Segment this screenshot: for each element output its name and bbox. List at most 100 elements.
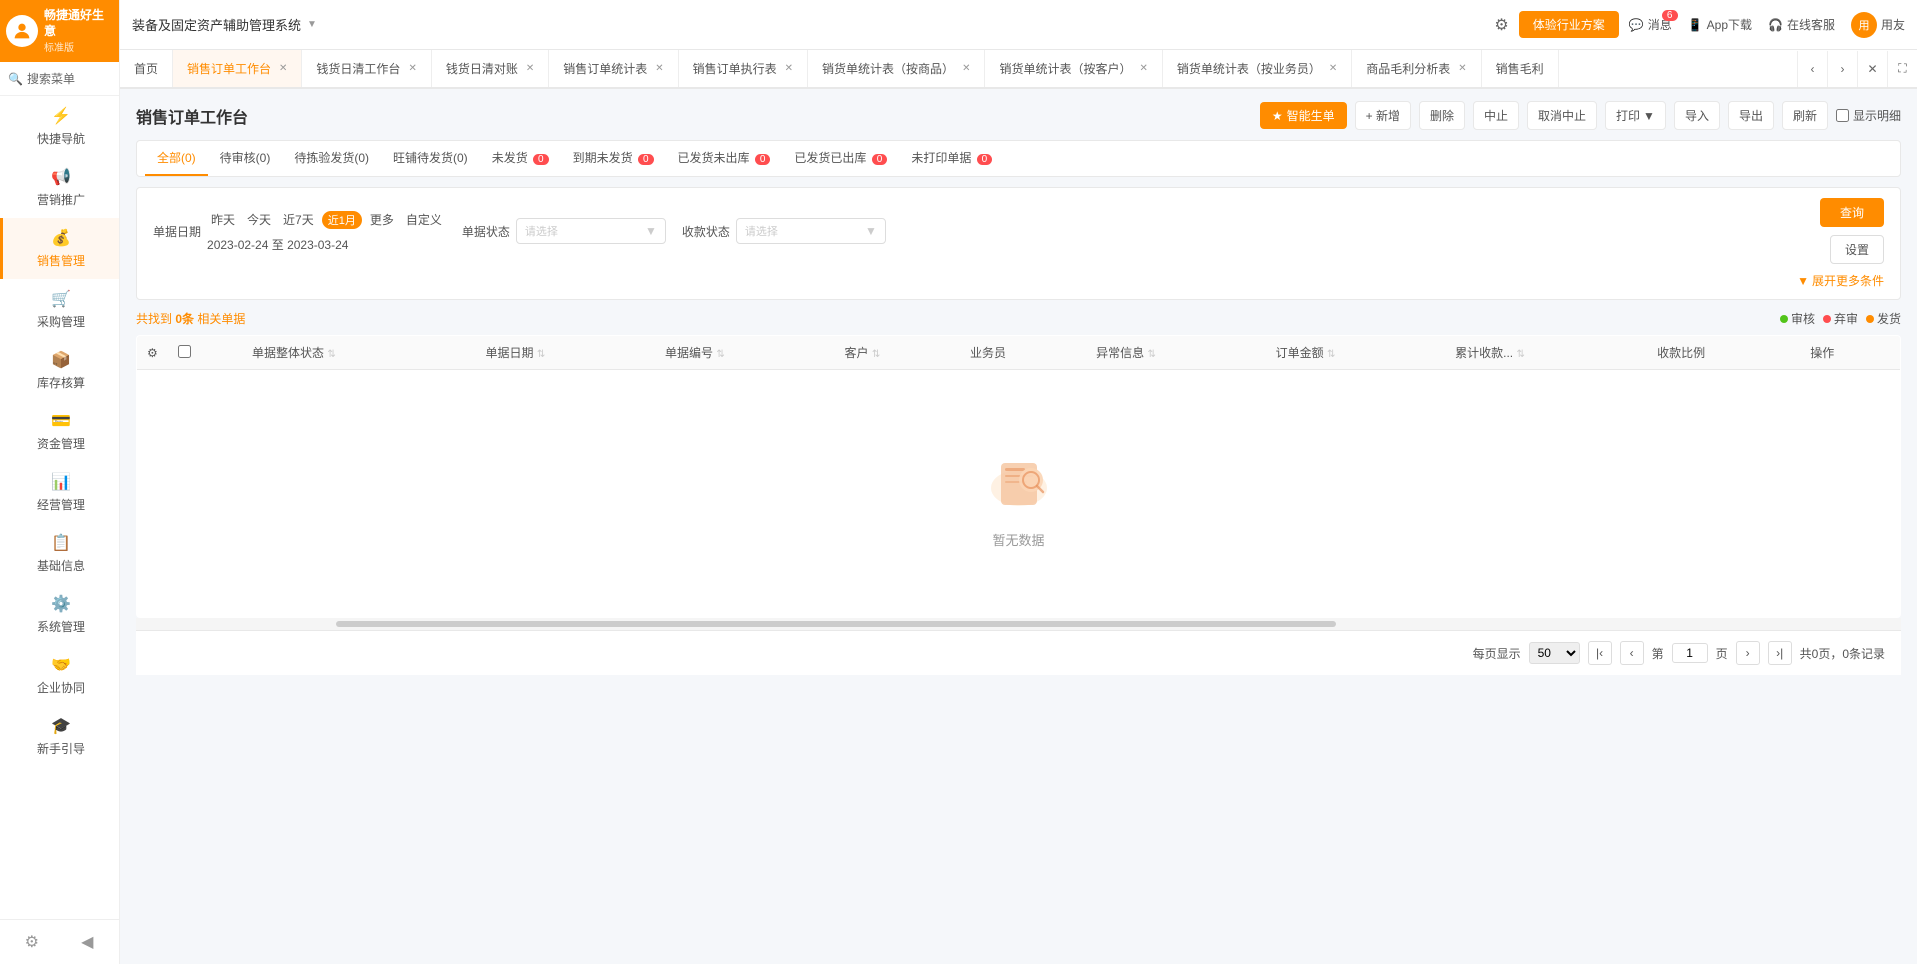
import-btn[interactable]: 导入 [1674, 101, 1720, 130]
sort-date-icon[interactable]: ⇅ [537, 349, 545, 360]
tab-close-sales-exec[interactable]: ✕ [785, 63, 793, 74]
tab-sales-stat-product[interactable]: 销货单统计表（按商品） ✕ [808, 50, 985, 87]
tab-sales-workbench[interactable]: 销售订单工作台 ✕ [173, 50, 302, 89]
date-more[interactable]: 更多 [366, 209, 398, 230]
tab-close-sales-stat-product[interactable]: ✕ [962, 63, 970, 74]
date-yesterday[interactable]: 昨天 [207, 209, 239, 230]
delete-btn[interactable]: 删除 [1419, 101, 1465, 130]
sort-number-icon[interactable]: ⇅ [716, 349, 724, 360]
horizontal-scrollbar[interactable] [136, 618, 1901, 630]
sort-abnormal-icon[interactable]: ⇅ [1147, 349, 1155, 360]
status-select[interactable]: 请选择 ▼ [516, 218, 666, 244]
revoke-btn[interactable]: 弃审 [1823, 310, 1858, 327]
sidebar-item-inventory[interactable]: 📦 库存核算 [0, 340, 119, 401]
scroll-thumb[interactable] [336, 621, 1336, 627]
filter-tab-pending-check[interactable]: 待拣验发货(0) [282, 141, 381, 176]
expand-conditions-btn[interactable]: ▼ 展开更多条件 [1797, 272, 1884, 289]
query-btn[interactable]: 查询 [1820, 198, 1884, 227]
sidebar-item-guide[interactable]: 🎓 新手引导 [0, 706, 119, 767]
page-last-btn[interactable]: ›| [1768, 641, 1792, 665]
sidebar-item-basic-info[interactable]: 📋 基础信息 [0, 523, 119, 584]
tab-fullscreen-btn[interactable]: ⛶ [1887, 51, 1917, 87]
filter-tab-overdue[interactable]: 到期未发货 0 [561, 141, 666, 176]
tab-sales-exec[interactable]: 销售订单执行表 ✕ [679, 50, 808, 87]
date-1month[interactable]: 近1月 [322, 211, 362, 229]
payment-select[interactable]: 请选择 ▼ [736, 218, 886, 244]
trial-btn[interactable]: 体验行业方案 [1519, 11, 1619, 38]
date-today[interactable]: 今天 [243, 209, 275, 230]
sort-amount-icon[interactable]: ⇅ [1327, 349, 1335, 360]
sidebar-item-operations[interactable]: 📊 经营管理 [0, 462, 119, 523]
online-service-btn[interactable]: 🎧 在线客服 [1768, 16, 1835, 33]
search-menu-btn[interactable]: 🔍 搜索菜单 [0, 62, 119, 96]
settings-btn[interactable]: 设置 [1830, 235, 1884, 264]
tab-close-cash-daily[interactable]: ✕ [408, 63, 416, 74]
tab-home[interactable]: 首页 [120, 50, 173, 87]
tab-close-sales-workbench[interactable]: ✕ [279, 63, 287, 74]
tab-sales-stat[interactable]: 销售订单统计表 ✕ [549, 50, 678, 87]
sidebar-item-quick-nav[interactable]: ⚡ 快捷导航 [0, 96, 119, 157]
show-detail-checkbox[interactable]: 显示明细 [1836, 107, 1901, 124]
export-btn[interactable]: 导出 [1728, 101, 1774, 130]
system-name: 装备及固定资产辅助管理系统 ▼ [132, 15, 1484, 34]
cancel-stop-btn[interactable]: 取消中止 [1527, 101, 1597, 130]
select-all-checkbox[interactable] [178, 345, 191, 358]
page-number-input[interactable] [1672, 643, 1708, 663]
sort-customer-icon[interactable]: ⇅ [872, 349, 880, 360]
sidebar-item-system[interactable]: ⚙️ 系统管理 [0, 584, 119, 645]
page-first-btn[interactable]: |‹ [1588, 641, 1612, 665]
tab-scroll-right-btn[interactable]: › [1827, 51, 1857, 87]
sidebar-item-enterprise[interactable]: 🤝 企业协同 [0, 645, 119, 706]
sidebar-item-marketing[interactable]: 📢 营销推广 [0, 157, 119, 218]
sidebar-settings-btn[interactable]: ⚙ [8, 928, 56, 956]
ship-btn[interactable]: 发货 [1866, 310, 1901, 327]
date-custom[interactable]: 自定义 [402, 209, 446, 230]
header-gear-icon[interactable]: ⚙ [1494, 15, 1508, 35]
app-download-btn[interactable]: 📱 App下载 [1688, 16, 1752, 33]
filter-tab-not-printed[interactable]: 未打印单据 0 [899, 141, 1004, 176]
page-prev-btn[interactable]: ‹ [1620, 641, 1644, 665]
tab-close-all-btn[interactable]: ✕ [1857, 51, 1887, 87]
filter-tab-shipped-wh[interactable]: 已发货已出库 0 [782, 141, 899, 176]
print-btn[interactable]: 打印 ▼ [1605, 101, 1666, 130]
stop-btn[interactable]: 中止 [1473, 101, 1519, 130]
sort-received-icon[interactable]: ⇅ [1516, 349, 1524, 360]
refresh-btn[interactable]: 刷新 [1782, 101, 1828, 130]
user-menu-btn[interactable]: 用 用友 [1851, 12, 1905, 38]
tab-cash-daily[interactable]: 钱货日清工作台 ✕ [302, 50, 431, 87]
add-btn[interactable]: + 新增 [1355, 101, 1411, 130]
tab-close-sales-stat-staff[interactable]: ✕ [1329, 63, 1337, 74]
filter-tab-all[interactable]: 全部(0) [145, 141, 208, 176]
tab-close-sales-stat[interactable]: ✕ [655, 63, 663, 74]
page-next-btn[interactable]: › [1736, 641, 1760, 665]
sidebar-item-purchase[interactable]: 🛒 采购管理 [0, 279, 119, 340]
tab-scroll-left-btn[interactable]: ‹ [1797, 51, 1827, 87]
tab-close-gross-margin[interactable]: ✕ [1458, 63, 1466, 74]
filter-tab-shipped-no-wh[interactable]: 已发货未出库 0 [666, 141, 783, 176]
show-detail-input[interactable] [1836, 109, 1849, 122]
tab-sales-stat-customer[interactable]: 销货单统计表（按客户） ✕ [985, 50, 1162, 87]
tab-cash-reconcile[interactable]: 钱货日清对账 ✕ [432, 50, 549, 87]
sidebar-collapse-btn[interactable]: ◀ [64, 928, 112, 956]
sidebar-item-finance[interactable]: 💳 资金管理 [0, 401, 119, 462]
filter-tab-not-shipped[interactable]: 未发货 0 [480, 141, 561, 176]
th-settings[interactable]: ⚙ [137, 336, 168, 370]
filter-tab-pending[interactable]: 待审核(0) [208, 141, 283, 176]
sort-status-icon[interactable]: ⇅ [327, 349, 335, 360]
tab-close-sales-stat-customer[interactable]: ✕ [1139, 63, 1147, 74]
smart-gen-btn[interactable]: ★ 智能生单 [1260, 102, 1347, 129]
audit-btn[interactable]: 审核 [1780, 310, 1815, 327]
tab-close-cash-reconcile[interactable]: ✕ [526, 63, 534, 74]
sidebar-item-sales[interactable]: 💰 销售管理 [0, 218, 119, 279]
page-size-select[interactable]: 50 100 200 [1529, 642, 1580, 664]
column-settings-icon[interactable]: ⚙ [147, 346, 158, 360]
app-icon: 📱 [1688, 18, 1703, 32]
message-btn[interactable]: 💬 消息 6 [1629, 16, 1672, 33]
tab-sales-profit[interactable]: 销售毛利 [1482, 50, 1559, 87]
tab-sales-stat-staff[interactable]: 销货单统计表（按业务员） ✕ [1163, 50, 1352, 87]
system-dropdown-icon[interactable]: ▼ [307, 19, 317, 30]
tab-gross-margin[interactable]: 商品毛利分析表 ✕ [1352, 50, 1481, 87]
date-7days[interactable]: 近7天 [279, 209, 318, 230]
filter-tab-hot-ship[interactable]: 旺铺待发货(0) [381, 141, 480, 176]
th-checkbox[interactable] [168, 336, 242, 370]
